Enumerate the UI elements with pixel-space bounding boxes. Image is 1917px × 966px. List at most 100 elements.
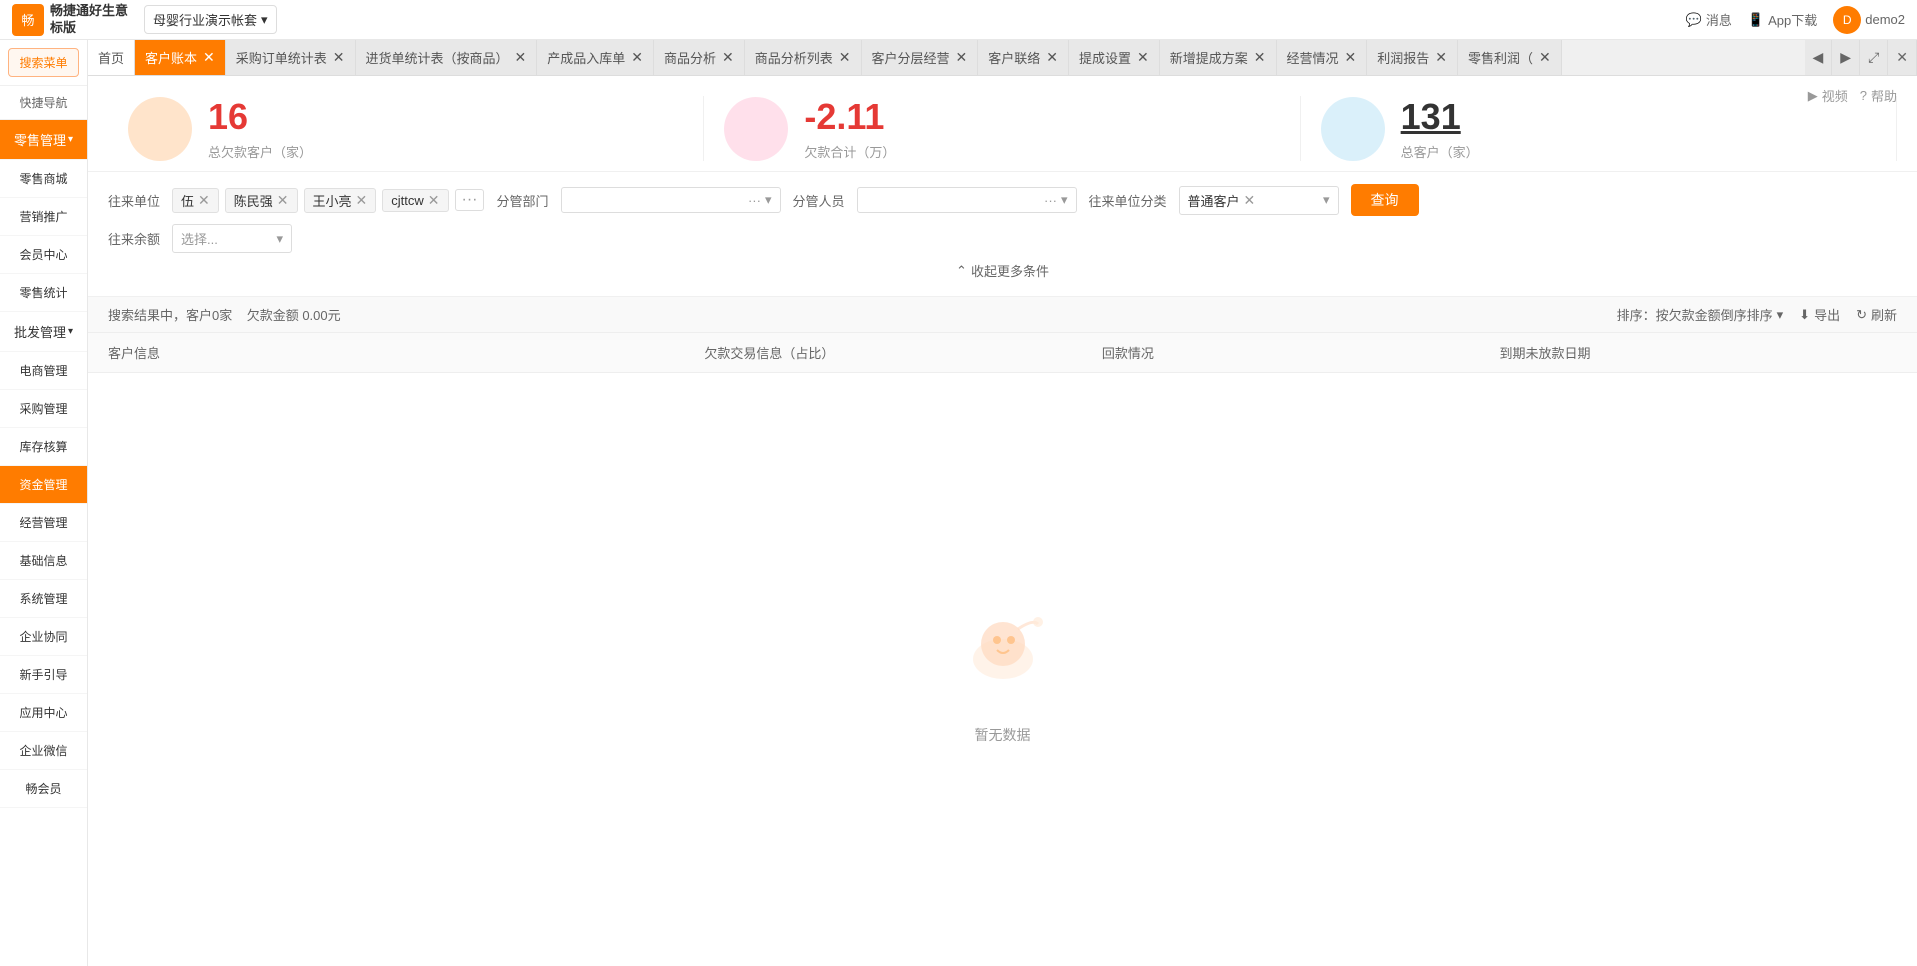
dept-filter-label: 分管部门 <box>496 191 548 210</box>
credit-amount-label: 欠款合计（万） <box>804 142 895 161</box>
tab-retail_profit[interactable]: 零售利润（✕ <box>1458 40 1562 75</box>
message-icon: 💬 <box>1686 12 1702 28</box>
stat-credit-customers: ¥ 16 总欠款客户（家） <box>108 96 704 161</box>
filter-row-1: 往来单位 伍 ✕ 陈民强 ✕ 王小亮 ✕ <box>108 184 1897 216</box>
sidebar-item-enterprise_wechat[interactable]: 企业微信 <box>0 732 87 770</box>
sidebar-item-finance[interactable]: 资金管理 <box>0 466 87 504</box>
sidebar-item-app_center[interactable]: 应用中心 <box>0 694 87 732</box>
tab-close-customer_contact[interactable]: ✕ <box>1046 49 1058 66</box>
tab-prev-button[interactable]: ◀ <box>1805 40 1833 75</box>
tab-customer_segment[interactable]: 客户分层经营✕ <box>862 40 979 75</box>
content-area: 首页客户账本✕采购订单统计表✕进货单统计表（按商品）✕产成品入库单✕商品分析✕商… <box>88 40 1917 966</box>
sidebar-item-enterprise_coop[interactable]: 企业协同 <box>0 618 87 656</box>
tab-close-all-button[interactable]: ✕ <box>1888 40 1917 75</box>
tab-close-accounts[interactable]: ✕ <box>203 49 215 66</box>
tab-product_analysis_list[interactable]: 商品分析列表✕ <box>745 40 862 75</box>
chevron-down-icon: ▾ <box>261 12 268 28</box>
tab-close-customer_segment[interactable]: ✕ <box>956 49 968 66</box>
sidebar-item-retail[interactable]: 零售管理▾ <box>0 120 87 160</box>
logo-text: 畅捷通好生意 标版 <box>50 3 128 37</box>
message-button[interactable]: 💬 消息 <box>1686 10 1732 29</box>
export-button[interactable]: ⬇ 导出 <box>1799 305 1840 324</box>
result-bar: 搜索结果中，客户0家 欠款金额 0.00元 排序：按欠款金额倒序排序 ▾ ⬇ 导… <box>88 297 1917 333</box>
tab-purchase_orders[interactable]: 采购订单统计表✕ <box>226 40 356 75</box>
sidebar-item-basic_info[interactable]: 基础信息 <box>0 542 87 580</box>
tab-close-product_analysis[interactable]: ✕ <box>722 49 734 66</box>
tab-customer_contact[interactable]: 客户联络✕ <box>978 40 1069 75</box>
unit-tag-3: cjttcw ✕ <box>382 189 448 212</box>
col-repayment: 回款情况 <box>1102 343 1500 362</box>
app-download-button[interactable]: 📱 App下载 <box>1748 10 1817 29</box>
tab-close-new_promotion_plan[interactable]: ✕ <box>1254 49 1266 66</box>
tabs-container: 首页客户账本✕采购订单统计表✕进货单统计表（按商品）✕产成品入库单✕商品分析✕商… <box>88 40 1805 75</box>
tab-business_status[interactable]: 经营情况✕ <box>1277 40 1368 75</box>
sidebar-item-retail_stats[interactable]: 零售统计 <box>0 274 87 312</box>
person-filter-dots[interactable]: ··· <box>1044 193 1057 208</box>
chevron-up-icon: ⌃ <box>956 263 967 279</box>
result-actions: 排序：按欠款金额倒序排序 ▾ ⬇ 导出 ↻ 刷新 <box>1617 305 1897 324</box>
sidebar-item-system[interactable]: 系统管理 <box>0 580 87 618</box>
dept-filter-dots[interactable]: ··· <box>748 193 761 208</box>
balance-filter-select[interactable]: 选择... ▾ <box>172 224 292 253</box>
unit-tag-2-close[interactable]: ✕ <box>356 192 368 209</box>
tab-close-purchase_orders[interactable]: ✕ <box>333 49 345 66</box>
empty-state: 暂无数据 <box>88 373 1917 966</box>
tab-new_promotion_plan[interactable]: 新增提成方案✕ <box>1160 40 1277 75</box>
tab-product_analysis[interactable]: 商品分析✕ <box>654 40 745 75</box>
person-chevron-icon: ▾ <box>1061 192 1068 208</box>
tab-next-button[interactable]: ▶ <box>1832 40 1860 75</box>
unit-tag-0-close[interactable]: ✕ <box>198 192 210 209</box>
tab-bar: 首页客户账本✕采购订单统计表✕进货单统计表（按商品）✕产成品入库单✕商品分析✕商… <box>88 40 1917 76</box>
credit-amount-value: -2.11 <box>804 96 895 138</box>
stat-total-customers-text: 131 总客户（家） <box>1401 96 1479 161</box>
logo-icon: 畅 <box>12 4 44 36</box>
balance-chevron-icon: ▾ <box>276 231 283 247</box>
tab-close-business_status[interactable]: ✕ <box>1345 49 1357 66</box>
unit-tag-more[interactable]: ··· <box>455 189 485 211</box>
tab-close-retail_profit[interactable]: ✕ <box>1539 49 1551 66</box>
sidebar-item-operations[interactable]: 经营管理 <box>0 504 87 542</box>
sidebar-item-new_guide[interactable]: 新手引导 <box>0 656 87 694</box>
refresh-button[interactable]: ↻ 刷新 <box>1856 305 1897 324</box>
no-data-illustration <box>953 594 1053 694</box>
tab-close-production_inbound[interactable]: ✕ <box>631 49 643 66</box>
user-menu[interactable]: D demo2 <box>1833 6 1905 34</box>
video-button[interactable]: ▶ 视频 <box>1808 86 1848 105</box>
unit-tag-3-close[interactable]: ✕ <box>428 192 440 209</box>
dept-filter-select[interactable]: ··· ▾ <box>561 187 781 213</box>
tab-close-profit_report[interactable]: ✕ <box>1435 49 1447 66</box>
sidebar-item-inventory[interactable]: 库存核算 <box>0 428 87 466</box>
sort-select[interactable]: 排序：按欠款金额倒序排序 ▾ <box>1617 305 1784 324</box>
tab-production_inbound[interactable]: 产成品入库单✕ <box>537 40 654 75</box>
help-button[interactable]: ? 帮助 <box>1860 86 1897 105</box>
page-actions: ▶ 视频 ? 帮助 <box>1808 86 1897 105</box>
quick-nav-button[interactable]: 快捷导航 <box>0 86 87 120</box>
unit-tag-1-close[interactable]: ✕ <box>277 192 289 209</box>
dept-chevron-icon: ▾ <box>765 192 772 208</box>
sidebar-item-procurement[interactable]: 采购管理 <box>0 390 87 428</box>
help-icon: ? <box>1860 88 1867 103</box>
search-menu-button[interactable]: 搜索菜单 <box>8 48 79 77</box>
sidebar-item-vip_member[interactable]: 畅会员 <box>0 770 87 808</box>
person-filter-select[interactable]: ··· ▾ <box>857 187 1077 213</box>
tab-profit_report[interactable]: 利润报告✕ <box>1367 40 1458 75</box>
sidebar-item-marketing[interactable]: 营销推广 <box>0 198 87 236</box>
tab-fullscreen-button[interactable]: ⤢ <box>1860 40 1888 75</box>
tab-close-product_analysis_list[interactable]: ✕ <box>839 49 851 66</box>
unit-class-tag-close[interactable]: ✕ <box>1244 192 1256 209</box>
sidebar-item-ecommerce[interactable]: 电商管理 <box>0 352 87 390</box>
tab-home[interactable]: 首页 <box>88 40 135 75</box>
org-selector[interactable]: 母婴行业演示帐套 ▾ <box>144 5 277 34</box>
query-button[interactable]: 查询 <box>1351 184 1419 216</box>
tab-inbound_stats[interactable]: 进货单统计表（按商品）✕ <box>356 40 538 75</box>
tab-accounts[interactable]: 客户账本✕ <box>135 40 226 75</box>
filter-row-2: 往来余额 选择... ▾ <box>108 224 1897 253</box>
tab-close-promotion_settings[interactable]: ✕ <box>1137 49 1149 66</box>
collapse-more-button[interactable]: ⌃ 收起更多条件 <box>956 261 1049 280</box>
sidebar-item-wholesale[interactable]: 批发管理▾ <box>0 312 87 352</box>
tab-close-inbound_stats[interactable]: ✕ <box>515 49 527 66</box>
unit-class-filter-select[interactable]: 普通客户 ✕ ▾ <box>1179 186 1339 215</box>
sidebar-item-retail_mall[interactable]: 零售商城 <box>0 160 87 198</box>
sidebar-item-member[interactable]: 会员中心 <box>0 236 87 274</box>
tab-promotion_settings[interactable]: 提成设置✕ <box>1069 40 1160 75</box>
